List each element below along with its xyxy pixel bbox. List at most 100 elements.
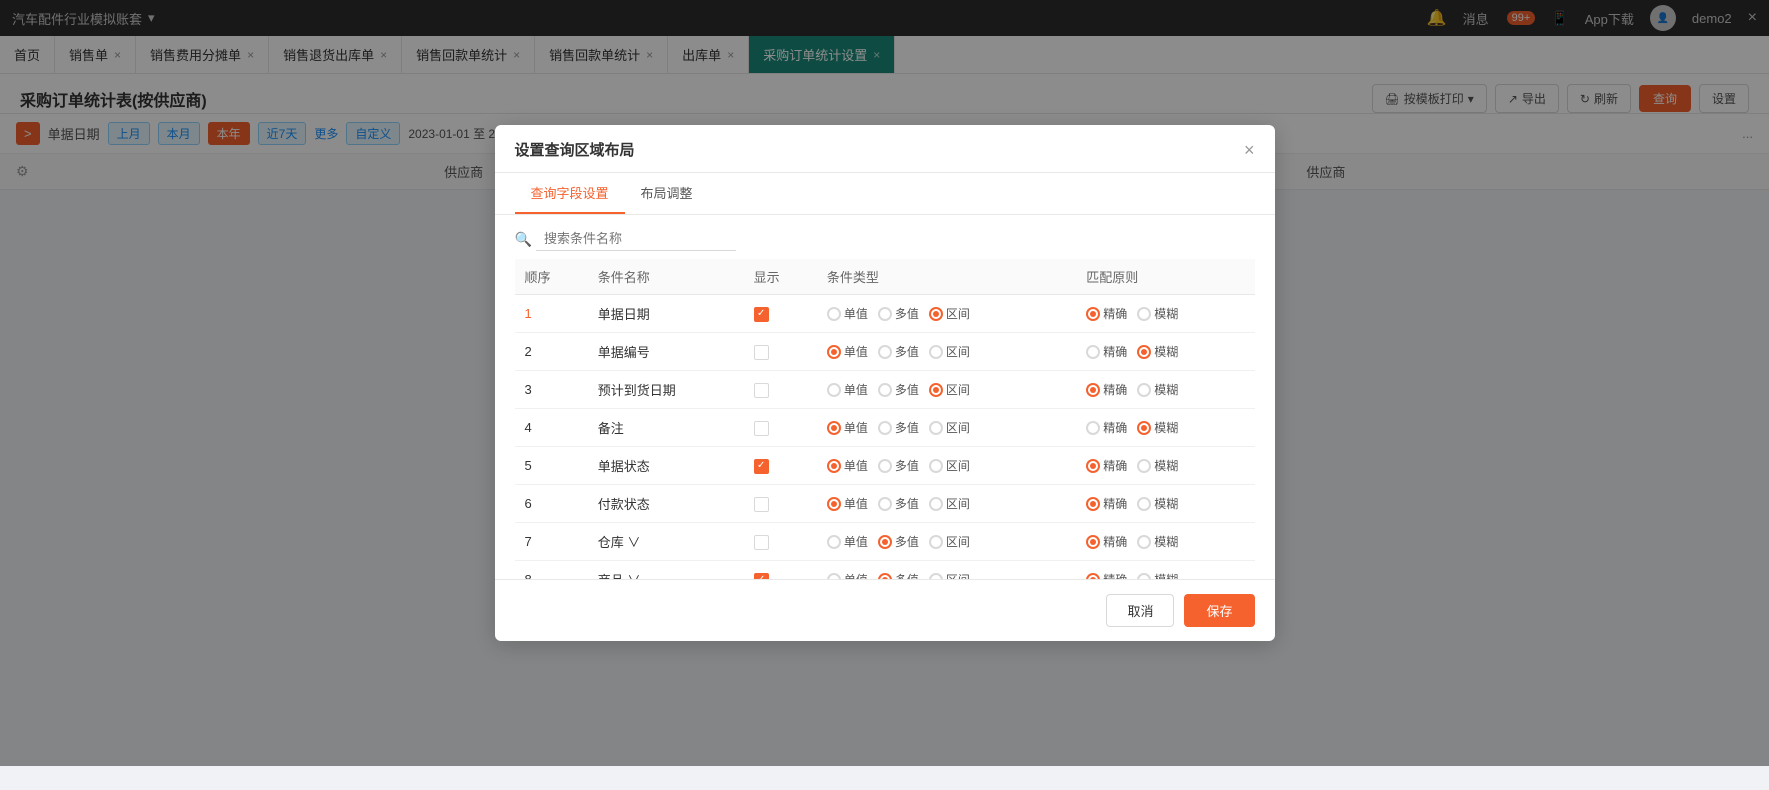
radio-circle xyxy=(1137,459,1151,473)
table-row: 2单据编号单值多值区间精确模糊 xyxy=(515,333,1255,371)
type-radio-option[interactable]: 区间 xyxy=(929,571,970,579)
type-radio-option[interactable]: 单值 xyxy=(827,571,868,579)
match-radio-option[interactable]: 精确 xyxy=(1086,343,1127,360)
modal-tabs: 查询字段设置 布局调整 xyxy=(495,173,1275,215)
type-radio-option[interactable]: 多值 xyxy=(878,343,919,360)
match-radio-option[interactable]: 模糊 xyxy=(1137,495,1178,512)
match-radio-option[interactable]: 模糊 xyxy=(1137,419,1178,436)
match-radio-option[interactable]: 模糊 xyxy=(1137,343,1178,360)
show-checkbox[interactable] xyxy=(754,535,769,550)
match-radio-option[interactable]: 模糊 xyxy=(1137,305,1178,322)
match-radio-option[interactable]: 精确 xyxy=(1086,533,1127,550)
radio-label: 多值 xyxy=(895,305,919,322)
type-radio-group: 单值多值 区间 xyxy=(827,533,1066,550)
match-radio-option[interactable]: 模糊 xyxy=(1137,571,1178,579)
cell-show xyxy=(744,561,817,580)
cell-show xyxy=(744,409,817,447)
radio-circle xyxy=(827,421,841,435)
modal-tab-layout-label: 布局调整 xyxy=(641,186,693,201)
cell-type: 单值多值区间 xyxy=(817,485,1076,523)
match-radio-option[interactable]: 精确 xyxy=(1086,457,1127,474)
match-radio-option[interactable]: 精确 xyxy=(1086,305,1127,322)
radio-label: 单值 xyxy=(844,571,868,579)
cell-type: 单值多值区间 xyxy=(817,371,1076,409)
type-radio-option[interactable]: 多值 xyxy=(878,571,919,579)
type-radio-option[interactable]: 单值 xyxy=(827,457,868,474)
radio-circle xyxy=(827,383,841,397)
cell-order: 3 xyxy=(515,371,588,409)
cell-match: 精确模糊 xyxy=(1076,523,1254,561)
table-body: 1单据日期单值多值区间精确模糊2单据编号单值多值区间精确模糊3预计到货日期单值多… xyxy=(515,295,1255,580)
match-radio-option[interactable]: 精确 xyxy=(1086,495,1127,512)
radio-circle xyxy=(929,421,943,435)
match-radio-option[interactable]: 精确 xyxy=(1086,571,1127,579)
show-checkbox[interactable] xyxy=(754,497,769,512)
type-radio-option[interactable]: 多值 xyxy=(878,533,919,550)
cell-type: 单值多值 区间 xyxy=(817,523,1076,561)
radio-label: 精确 xyxy=(1103,343,1127,360)
type-radio-option[interactable]: 区间 xyxy=(929,457,970,474)
type-radio-option[interactable]: 区间 xyxy=(929,419,970,436)
cell-match: 精确模糊 xyxy=(1076,447,1254,485)
save-button[interactable]: 保存 xyxy=(1184,594,1254,627)
type-radio-option[interactable]: 多值 xyxy=(878,457,919,474)
modal-tab-query-fields[interactable]: 查询字段设置 xyxy=(515,173,625,214)
match-radio-option[interactable]: 精确 xyxy=(1086,381,1127,398)
cell-name: 预计到货日期 xyxy=(588,371,744,409)
cancel-button[interactable]: 取消 xyxy=(1106,594,1174,627)
show-checkbox[interactable] xyxy=(754,459,769,474)
match-radio-option[interactable]: 模糊 xyxy=(1137,533,1178,550)
modal-close-button[interactable]: × xyxy=(1244,141,1255,159)
table-row: 6付款状态单值多值区间精确模糊 xyxy=(515,485,1255,523)
radio-circle xyxy=(827,535,841,549)
radio-label: 单值 xyxy=(844,419,868,436)
radio-circle xyxy=(827,497,841,511)
radio-circle xyxy=(929,459,943,473)
radio-circle xyxy=(827,345,841,359)
radio-label: 多值 xyxy=(895,571,919,579)
match-radio-option[interactable]: 模糊 xyxy=(1137,457,1178,474)
order-number: 1 xyxy=(525,306,532,321)
radio-label: 区间 xyxy=(946,343,970,360)
type-radio-option[interactable]: 单值 xyxy=(827,381,868,398)
type-radio-option[interactable]: 多值 xyxy=(878,381,919,398)
radio-label: 模糊 xyxy=(1154,419,1178,436)
type-radio-option[interactable]: 区间 xyxy=(929,305,970,322)
radio-label: 精确 xyxy=(1103,495,1127,512)
radio-label: 模糊 xyxy=(1154,495,1178,512)
type-radio-option[interactable]: 单值 xyxy=(827,419,868,436)
cell-order: 8 xyxy=(515,561,588,580)
type-radio-option[interactable]: 单值 xyxy=(827,533,868,550)
radio-label: 多值 xyxy=(895,457,919,474)
match-radio-option[interactable]: 模糊 xyxy=(1137,381,1178,398)
cell-match: 精确 模糊 xyxy=(1076,409,1254,447)
search-input[interactable] xyxy=(536,227,736,251)
type-radio-option[interactable]: 区间 xyxy=(929,381,970,398)
radio-circle xyxy=(929,535,943,549)
table-row: 5单据状态单值多值区间精确模糊 xyxy=(515,447,1255,485)
type-radio-option[interactable]: 单值 xyxy=(827,305,868,322)
match-radio-option[interactable]: 精确 xyxy=(1086,419,1127,436)
type-radio-option[interactable]: 多值 xyxy=(878,305,919,322)
type-radio-option[interactable]: 区间 xyxy=(929,343,970,360)
type-radio-group: 单值多值区间 xyxy=(827,419,1066,436)
cell-order: 4 xyxy=(515,409,588,447)
type-radio-option[interactable]: 单值 xyxy=(827,343,868,360)
cell-order: 5 xyxy=(515,447,588,485)
show-checkbox[interactable] xyxy=(754,421,769,436)
show-checkbox[interactable] xyxy=(754,345,769,360)
radio-circle xyxy=(878,421,892,435)
type-radio-option[interactable]: 区间 xyxy=(929,495,970,512)
show-checkbox[interactable] xyxy=(754,307,769,322)
type-radio-option[interactable]: 单值 xyxy=(827,495,868,512)
radio-label: 区间 xyxy=(946,533,970,550)
show-checkbox[interactable] xyxy=(754,383,769,398)
type-radio-option[interactable]: 区间 xyxy=(929,533,970,550)
radio-circle xyxy=(929,345,943,359)
type-radio-option[interactable]: 多值 xyxy=(878,419,919,436)
modal-tab-layout[interactable]: 布局调整 xyxy=(625,173,709,214)
cell-type: 单值 多值区间 xyxy=(817,447,1076,485)
type-radio-option[interactable]: 多值 xyxy=(878,495,919,512)
radio-label: 精确 xyxy=(1103,381,1127,398)
radio-circle xyxy=(1086,383,1100,397)
